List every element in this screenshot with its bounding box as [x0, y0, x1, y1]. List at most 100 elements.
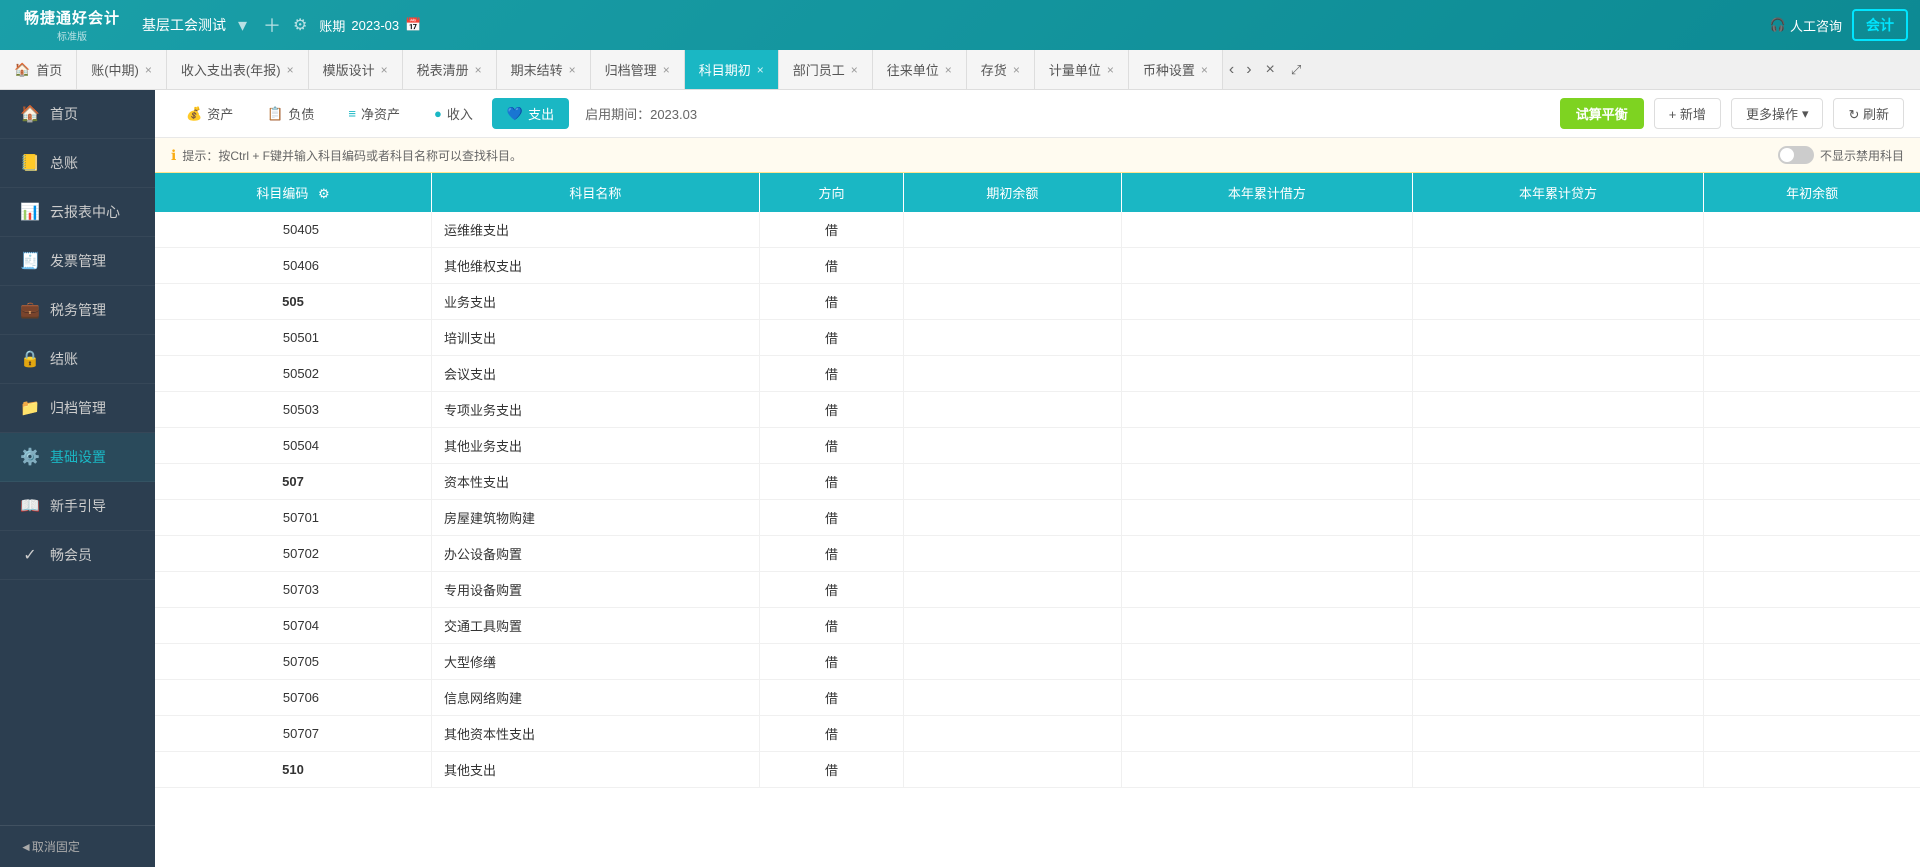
- tab-unit-measure[interactable]: 计量单位 ×: [1035, 50, 1129, 90]
- cell-ytd-credit: [1412, 428, 1703, 464]
- table-row[interactable]: 50702办公设备购置借: [155, 536, 1920, 572]
- table-row[interactable]: 50405运维维支出借: [155, 212, 1920, 248]
- tab-tax-table-close[interactable]: ×: [475, 63, 482, 77]
- sidebar-item-member[interactable]: ✓ 畅会员: [0, 531, 155, 580]
- period-label: 账期: [319, 16, 345, 35]
- sidebar-item-home[interactable]: 🏠 首页: [0, 90, 155, 139]
- table-row[interactable]: 50707其他资本性支出借: [155, 716, 1920, 752]
- hint-bar: ℹ 提示：按Ctrl + F键并输入科目编码或者科目名称可以查找科目。 不显示禁…: [155, 138, 1920, 173]
- tab-unit-measure-label: 计量单位: [1049, 60, 1101, 79]
- dropdown-icon[interactable]: ▾: [238, 15, 247, 36]
- more-ops-button[interactable]: 更多操作 ▾: [1731, 98, 1824, 129]
- cell-direction: 借: [759, 392, 903, 428]
- table-row[interactable]: 50705大型修缮借: [155, 644, 1920, 680]
- tab-inventory-label: 存货: [981, 60, 1007, 79]
- sidebar-ledger-label: 总账: [50, 153, 78, 173]
- sub-tab-expense[interactable]: 💙 支出: [492, 98, 569, 129]
- cell-name: 其他业务支出: [431, 428, 759, 464]
- ai-consult-button[interactable]: 🎧 人工咨询: [1770, 16, 1842, 35]
- tab-archive[interactable]: 归档管理 ×: [591, 50, 685, 90]
- table-row[interactable]: 50703专用设备购置借: [155, 572, 1920, 608]
- col-code-settings-icon[interactable]: ⚙: [318, 186, 330, 201]
- table-row[interactable]: 50501培训支出借: [155, 320, 1920, 356]
- tab-income-report[interactable]: 收入支出表(年报) ×: [167, 50, 309, 90]
- tab-dept-staff-label: 部门员工: [793, 60, 845, 79]
- sidebar-item-tax[interactable]: 💼 税务管理: [0, 286, 155, 335]
- add-new-button[interactable]: + 新增: [1654, 98, 1721, 129]
- kuaiji-button[interactable]: 会计: [1852, 9, 1908, 41]
- cell-ytd-debit: [1121, 608, 1412, 644]
- sub-tab-income[interactable]: ● 收入: [419, 98, 488, 129]
- tab-template-design[interactable]: 模版设计 ×: [309, 50, 403, 90]
- table-row[interactable]: 505业务支出借: [155, 284, 1920, 320]
- tab-archive-close[interactable]: ×: [663, 63, 670, 77]
- cell-ytd-credit: [1412, 320, 1703, 356]
- sidebar-item-archive[interactable]: 📁 归档管理: [0, 384, 155, 433]
- sidebar-item-invoice[interactable]: 🧾 发票管理: [0, 237, 155, 286]
- table-row[interactable]: 50701房屋建筑物购建借: [155, 500, 1920, 536]
- cell-code: 50406: [155, 248, 431, 284]
- tab-home[interactable]: 🏠 首页: [0, 50, 77, 90]
- tab-currency[interactable]: 币种设置 ×: [1129, 50, 1223, 90]
- table-row[interactable]: 50502会议支出借: [155, 356, 1920, 392]
- sidebar-item-settings[interactable]: ⚙️ 基础设置: [0, 433, 155, 482]
- tab-counterpart[interactable]: 往来单位 ×: [873, 50, 967, 90]
- sub-tab-asset[interactable]: 💰 资产: [171, 98, 248, 129]
- tab-income-report-close[interactable]: ×: [287, 63, 294, 77]
- cell-code: 50703: [155, 572, 431, 608]
- cell-ytd-credit: [1412, 248, 1703, 284]
- table-row[interactable]: 50503专项业务支出借: [155, 392, 1920, 428]
- tab-period-close-close[interactable]: ×: [569, 63, 576, 77]
- close-sidebar-icon: 🔒: [20, 349, 40, 369]
- tab-currency-close[interactable]: ×: [1201, 63, 1208, 77]
- tab-inventory[interactable]: 存货 ×: [967, 50, 1035, 90]
- tab-nav-left[interactable]: ‹: [1223, 50, 1240, 90]
- table-row[interactable]: 50704交通工具购置借: [155, 608, 1920, 644]
- toggle-disable-subject[interactable]: 不显示禁用科目: [1778, 146, 1904, 164]
- sub-tab-liability[interactable]: 📋 负债: [252, 98, 329, 129]
- tab-dept-staff-close[interactable]: ×: [851, 63, 858, 77]
- cell-name: 其他支出: [431, 752, 759, 788]
- table-row[interactable]: 50406其他维权支出借: [155, 248, 1920, 284]
- table-row[interactable]: 510其他支出借: [155, 752, 1920, 788]
- tab-unit-measure-close[interactable]: ×: [1107, 63, 1114, 77]
- sidebar-item-guide[interactable]: 📖 新手引导: [0, 482, 155, 531]
- table-body: 50405运维维支出借50406其他维权支出借505业务支出借50501培训支出…: [155, 212, 1920, 788]
- toggle-track[interactable]: [1778, 146, 1814, 164]
- cell-ytd-credit: [1412, 284, 1703, 320]
- tab-ledger-mid[interactable]: 账(中期) ×: [77, 50, 167, 90]
- tab-expand[interactable]: ⤢: [1283, 50, 1309, 90]
- tab-subject-init[interactable]: 科目期初 ×: [685, 50, 779, 90]
- sidebar-collapse[interactable]: ◄取消固定: [0, 825, 155, 867]
- table-row[interactable]: 50706信息网络购建借: [155, 680, 1920, 716]
- sidebar-item-ledger[interactable]: 📒 总账: [0, 139, 155, 188]
- sub-tab-equity[interactable]: ≡ 净资产: [333, 98, 415, 129]
- tab-close-all[interactable]: ×: [1258, 50, 1283, 90]
- cell-ytd-debit: [1121, 680, 1412, 716]
- cell-ytd-debit: [1121, 428, 1412, 464]
- tab-ledger-mid-close[interactable]: ×: [145, 63, 152, 77]
- cell-code: 50502: [155, 356, 431, 392]
- add-company-icon[interactable]: ＋: [263, 12, 281, 38]
- tab-template-design-close[interactable]: ×: [381, 63, 388, 77]
- sidebar-item-report[interactable]: 📊 云报表中心: [0, 188, 155, 237]
- tab-subject-init-close[interactable]: ×: [757, 63, 764, 77]
- tab-nav-right[interactable]: ›: [1240, 50, 1257, 90]
- table-row[interactable]: 50504其他业务支出借: [155, 428, 1920, 464]
- tab-tax-table[interactable]: 税表清册 ×: [403, 50, 497, 90]
- settings-gear-icon[interactable]: ⚙: [293, 15, 307, 35]
- tab-inventory-close[interactable]: ×: [1013, 63, 1020, 77]
- cell-init-balance: [904, 464, 1122, 500]
- tab-period-close[interactable]: 期末结转 ×: [497, 50, 591, 90]
- cell-ytd-debit: [1121, 536, 1412, 572]
- cell-year-init: [1704, 716, 1920, 752]
- tab-dept-staff[interactable]: 部门员工 ×: [779, 50, 873, 90]
- tab-counterpart-close[interactable]: ×: [945, 63, 952, 77]
- sidebar-item-close[interactable]: 🔒 结账: [0, 335, 155, 384]
- refresh-button[interactable]: ↻ 刷新: [1833, 98, 1904, 129]
- calendar-icon[interactable]: 📅: [405, 17, 421, 33]
- calc-balance-button[interactable]: 试算平衡: [1560, 98, 1644, 129]
- table-row[interactable]: 507资本性支出借: [155, 464, 1920, 500]
- cell-year-init: [1704, 500, 1920, 536]
- cell-year-init: [1704, 284, 1920, 320]
